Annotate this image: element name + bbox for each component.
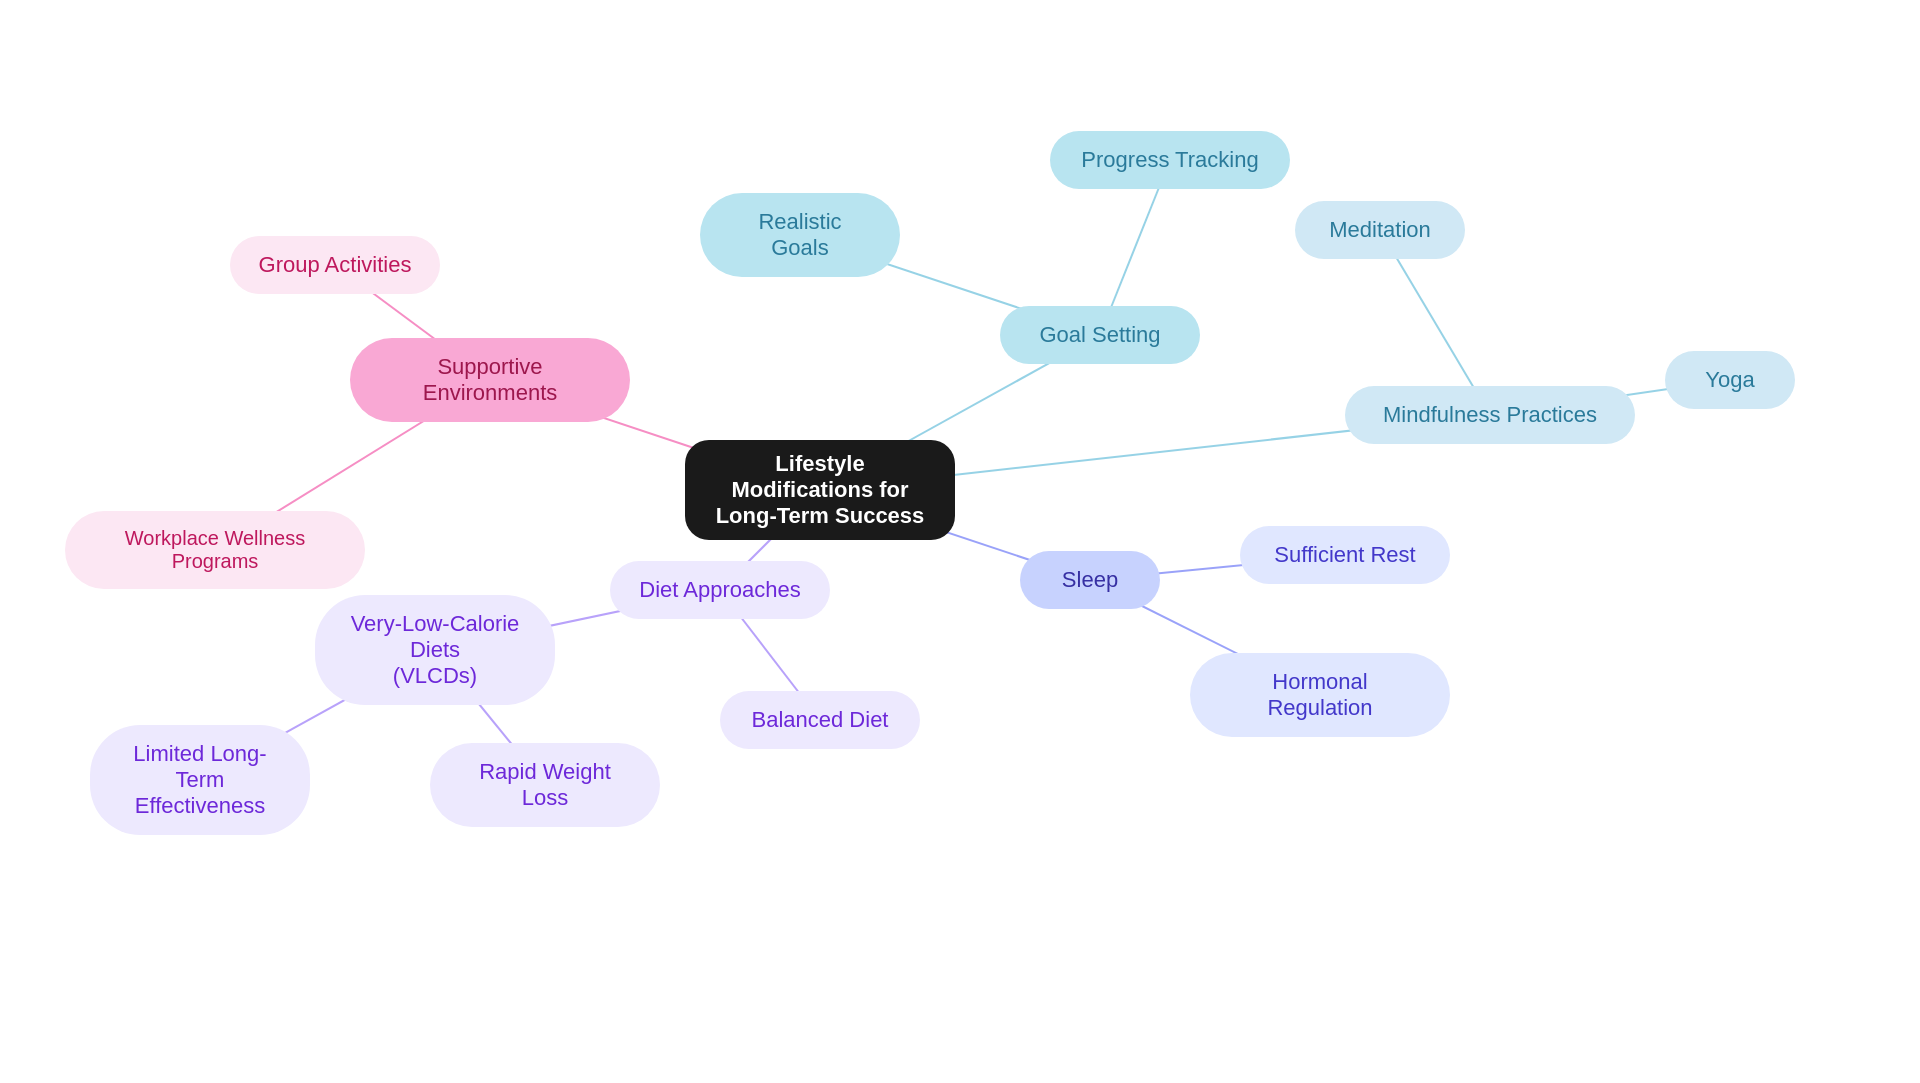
node-workplaceWellness[interactable]: Workplace Wellness Programs — [65, 511, 365, 589]
node-progressTracking[interactable]: Progress Tracking — [1050, 131, 1290, 189]
node-sleep[interactable]: Sleep — [1020, 551, 1160, 609]
node-groupActivities[interactable]: Group Activities — [230, 236, 440, 294]
node-supportiveEnvironments[interactable]: Supportive Environments — [350, 338, 630, 422]
node-veryLowCalorie[interactable]: Very-Low-Calorie Diets (VLCDs) — [315, 595, 555, 705]
node-limitedEffectiveness[interactable]: Limited Long-Term Effectiveness — [90, 725, 310, 835]
node-goalSetting[interactable]: Goal Setting — [1000, 306, 1200, 364]
node-meditation[interactable]: Meditation — [1295, 201, 1465, 259]
node-dietApproaches[interactable]: Diet Approaches — [610, 561, 830, 619]
node-yoga[interactable]: Yoga — [1665, 351, 1795, 409]
node-sufficientRest[interactable]: Sufficient Rest — [1240, 526, 1450, 584]
node-balancedDiet[interactable]: Balanced Diet — [720, 691, 920, 749]
node-rapidWeightLoss[interactable]: Rapid Weight Loss — [430, 743, 660, 827]
node-center[interactable]: Lifestyle Modifications for Long-Term Su… — [685, 440, 955, 540]
node-realisticGoals[interactable]: Realistic Goals — [700, 193, 900, 277]
node-hormonalRegulation[interactable]: Hormonal Regulation — [1190, 653, 1450, 737]
mindmap-container: Lifestyle Modifications for Long-Term Su… — [0, 0, 1920, 1083]
node-mindfulnessPractices[interactable]: Mindfulness Practices — [1345, 386, 1635, 444]
